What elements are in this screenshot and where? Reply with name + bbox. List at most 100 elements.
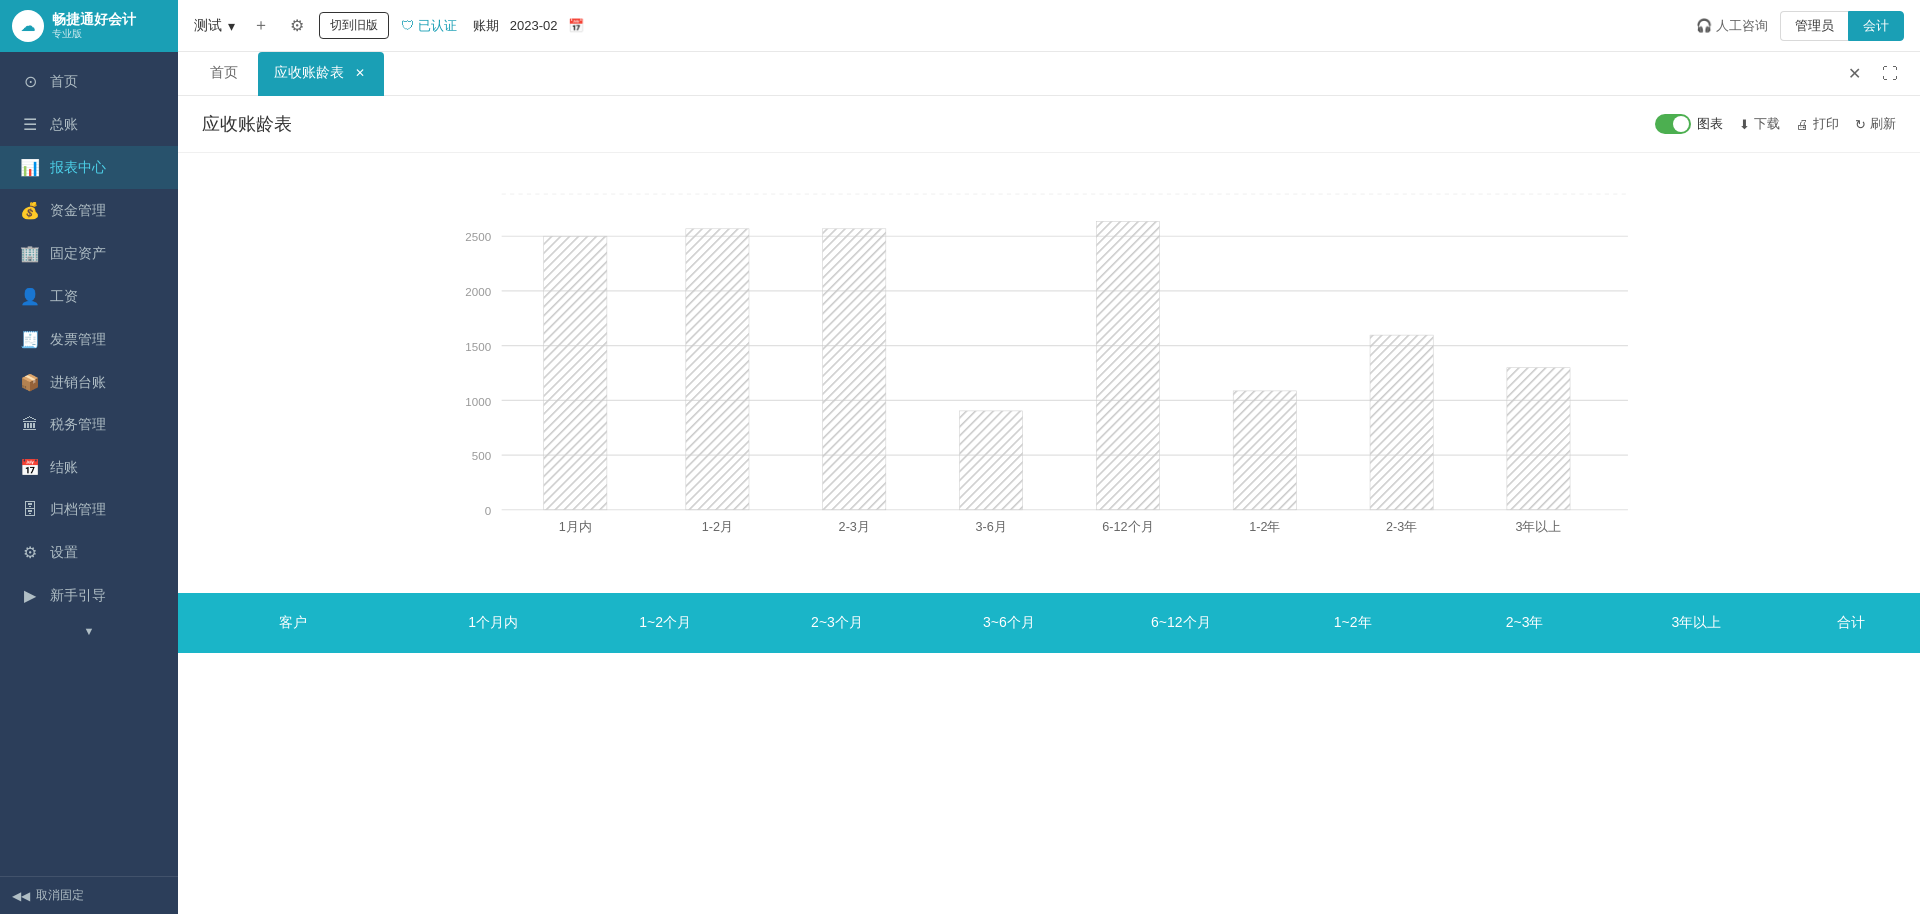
sidebar-item-tax[interactable]: 🏛 税务管理 <box>0 404 178 446</box>
logo-cloud-icon: ☁ <box>21 18 35 34</box>
svg-text:2500: 2500 <box>465 231 491 243</box>
bar-1-2年 <box>1233 391 1296 510</box>
main-area: 测试 ▾ ＋ ⚙ 切到旧版 🛡 已认证 账期 2023-02 📅 🎧 人工咨询 … <box>178 0 1920 914</box>
consulting-text: 人工咨询 <box>1716 17 1768 35</box>
sidebar-item-invoice[interactable]: 🧾 发票管理 <box>0 318 178 361</box>
logo-icon: ☁ <box>12 10 44 42</box>
page-title: 应收账龄表 <box>202 112 292 136</box>
settings-button[interactable]: ⚙ <box>283 12 311 40</box>
svg-text:6-12个月: 6-12个月 <box>1102 520 1153 534</box>
shield-icon: 🛡 <box>401 18 414 33</box>
cancel-fixed-btn[interactable]: ◀◀ 取消固定 <box>0 876 178 914</box>
logo-sub: 专业版 <box>52 27 136 41</box>
sidebar-item-capital[interactable]: 💰 资金管理 <box>0 189 178 232</box>
cancel-fixed-label: 取消固定 <box>36 887 84 904</box>
expand-button[interactable]: ⛶ <box>1876 60 1904 88</box>
sidebar-item-label-settings: 设置 <box>50 544 78 562</box>
svg-text:1-2年: 1-2年 <box>1249 520 1280 534</box>
svg-text:2-3月: 2-3月 <box>839 520 870 534</box>
tabbar: 首页 应收账龄表 ✕ ✕ ⛶ <box>178 52 1920 96</box>
certified-badge: 🛡 已认证 <box>401 17 457 35</box>
sidebar-item-label-trade: 进销台账 <box>50 374 106 392</box>
page-actions: 图表 ⬇ 下载 🖨 打印 ↻ 刷新 <box>1655 114 1896 134</box>
sidebar-item-assets[interactable]: 🏢 固定资产 <box>0 232 178 275</box>
col-header-6-12m: 6~12个月 <box>1095 614 1267 632</box>
tab-home[interactable]: 首页 <box>194 52 254 96</box>
sidebar-item-label-ledger: 总账 <box>50 116 78 134</box>
sidebar-item-closing[interactable]: 📅 结账 <box>0 446 178 489</box>
print-icon: 🖨 <box>1796 117 1809 132</box>
col-header-2-3m: 2~3个月 <box>751 614 923 632</box>
project-selector[interactable]: 测试 ▾ <box>194 17 235 35</box>
sidebar-item-reports[interactable]: 📊 报表中心 <box>0 146 178 189</box>
tab-aging[interactable]: 应收账龄表 ✕ <box>258 52 384 96</box>
sidebar-item-salary[interactable]: 👤 工资 <box>0 275 178 318</box>
sidebar-item-label-closing: 结账 <box>50 459 78 477</box>
refresh-label: 刷新 <box>1870 115 1896 133</box>
close-pane-button[interactable]: ✕ <box>1840 60 1868 88</box>
svg-text:1月内: 1月内 <box>559 520 592 534</box>
page-container: 应收账龄表 图表 ⬇ 下载 🖨 打印 <box>178 96 1920 914</box>
download-icon: ⬇ <box>1739 117 1750 132</box>
sidebar-item-label-guide: 新手引导 <box>50 587 106 605</box>
sidebar-item-ledger[interactable]: ☰ 总账 <box>0 103 178 146</box>
sidebar-item-label-tax: 税务管理 <box>50 416 106 434</box>
ledger-icon: ☰ <box>20 115 40 134</box>
refresh-icon: ↻ <box>1855 117 1866 132</box>
closing-icon: 📅 <box>20 458 40 477</box>
archive-icon: 🗄 <box>20 501 40 519</box>
svg-text:3年以上: 3年以上 <box>1515 520 1561 534</box>
page-header: 应收账龄表 图表 ⬇ 下载 🖨 打印 <box>178 96 1920 153</box>
settings-icon: ⚙ <box>20 543 40 562</box>
chart-toggle[interactable] <box>1655 114 1691 134</box>
topbar-actions: ＋ ⚙ 切到旧版 <box>247 12 389 40</box>
col-header-1m: 1个月内 <box>407 614 579 632</box>
period-display: 账期 2023-02 📅 <box>473 17 584 35</box>
consulting-btn[interactable]: 🎧 人工咨询 <box>1696 17 1768 35</box>
topbar: 测试 ▾ ＋ ⚙ 切到旧版 🛡 已认证 账期 2023-02 📅 🎧 人工咨询 … <box>178 0 1920 52</box>
refresh-button[interactable]: ↻ 刷新 <box>1855 115 1896 133</box>
sidebar-item-label-assets: 固定资产 <box>50 245 106 263</box>
sidebar-item-label-home: 首页 <box>50 73 78 91</box>
sidebar-item-guide[interactable]: ▶ 新手引导 <box>0 574 178 617</box>
sidebar-logo: ☁ 畅捷通好会计 专业版 <box>0 0 178 52</box>
content-area: 应收账龄表 图表 ⬇ 下载 🖨 打印 <box>178 96 1920 914</box>
certified-text: 已认证 <box>418 17 457 35</box>
sidebar: ☁ 畅捷通好会计 专业版 ⊙ 首页 ☰ 总账 📊 报表中心 💰 资金管理 🏢 固… <box>0 0 178 914</box>
svg-text:3-6月: 3-6月 <box>975 520 1006 534</box>
sidebar-item-archive[interactable]: 🗄 归档管理 <box>0 489 178 531</box>
download-label: 下载 <box>1754 115 1780 133</box>
bar-1-2月 <box>686 229 749 510</box>
download-button[interactable]: ⬇ 下载 <box>1739 115 1780 133</box>
accountant-button[interactable]: 会计 <box>1848 11 1904 41</box>
bar-1月内 <box>544 236 607 510</box>
col-header-total: 合计 <box>1782 614 1920 632</box>
period-label: 账期 <box>473 18 499 33</box>
chart-area: 0 500 1000 1500 2000 2500 <box>202 173 1896 573</box>
svg-text:0: 0 <box>485 505 491 517</box>
tab-aging-close[interactable]: ✕ <box>352 65 368 81</box>
bar-6-12月 <box>1096 221 1159 509</box>
chart-container: 0 500 1000 1500 2000 2500 <box>178 153 1920 593</box>
capital-icon: 💰 <box>20 201 40 220</box>
bar-chart: 0 500 1000 1500 2000 2500 <box>202 173 1896 573</box>
logo-text: 畅捷通好会计 <box>52 11 136 28</box>
add-button[interactable]: ＋ <box>247 12 275 40</box>
print-button[interactable]: 🖨 打印 <box>1796 115 1839 133</box>
bar-3年以上 <box>1507 368 1570 510</box>
sidebar-scroll-down[interactable]: ▼ <box>0 617 178 645</box>
bar-3-6月 <box>960 411 1023 510</box>
col-header-3-6m: 3~6个月 <box>923 614 1095 632</box>
invoice-icon: 🧾 <box>20 330 40 349</box>
sidebar-item-settings[interactable]: ⚙ 设置 <box>0 531 178 574</box>
sidebar-item-trade[interactable]: 📦 进销台账 <box>0 361 178 404</box>
switch-old-version-button[interactable]: 切到旧版 <box>319 12 389 39</box>
manager-button[interactable]: 管理员 <box>1780 11 1848 41</box>
col-header-1-2m: 1~2个月 <box>579 614 751 632</box>
bar-2-3月 <box>823 229 886 510</box>
bar-2-3年 <box>1370 335 1433 510</box>
sidebar-item-label-archive: 归档管理 <box>50 501 106 519</box>
calendar-icon[interactable]: 📅 <box>568 18 584 33</box>
sidebar-item-home[interactable]: ⊙ 首页 <box>0 60 178 103</box>
svg-text:1000: 1000 <box>465 396 491 408</box>
